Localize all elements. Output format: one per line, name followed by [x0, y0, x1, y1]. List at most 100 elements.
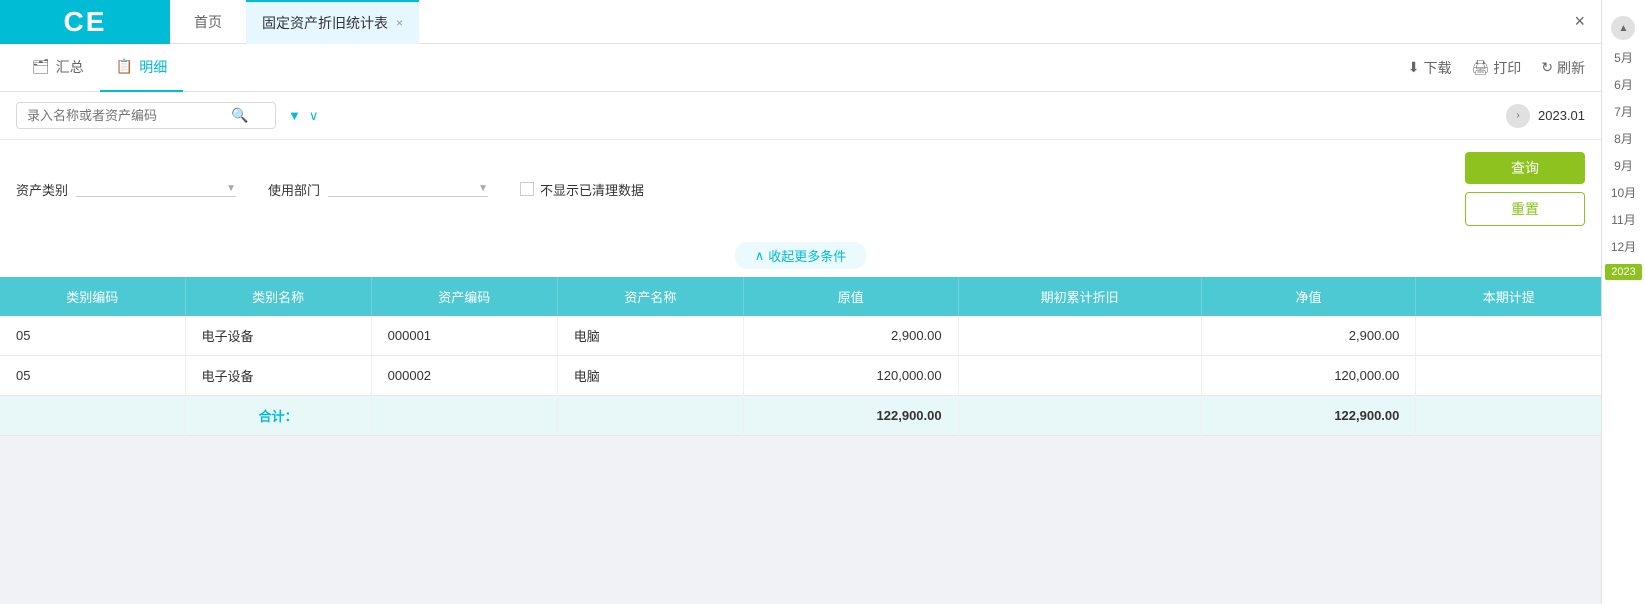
query-button[interactable]: 查询 — [1465, 152, 1585, 184]
filter-row: 资产类别 ▼ 使用部门 ▼ 不显示已清理数据 查询 重置 — [0, 140, 1601, 238]
table-cell: 电脑 — [557, 356, 743, 396]
download-label: 下载 — [1423, 58, 1451, 78]
month-item[interactable]: 5月 — [1605, 44, 1641, 71]
month-item[interactable]: 9月 — [1605, 152, 1641, 179]
reset-button[interactable]: 重置 — [1465, 192, 1585, 226]
table-header-cell: 资产名称 — [557, 277, 743, 316]
department-filter: 使用部门 ▼ — [268, 180, 488, 199]
collapse-btn-label: 收起更多条件 — [768, 246, 846, 265]
year-badge: 2023 — [1605, 264, 1641, 280]
table-cell: 2,900.00 — [743, 316, 958, 356]
tab-summary[interactable]: 🗂 汇总 — [16, 44, 100, 92]
filter-actions: 查询 重置 — [1465, 152, 1585, 226]
tab-title: 固定资产折旧统计表 — [262, 13, 388, 33]
refresh-icon: ↻ — [1541, 59, 1553, 76]
summary-cell: 合计： — [185, 396, 371, 436]
table-header-cell: 本期计提 — [1416, 277, 1601, 316]
month-item[interactable]: 10月 — [1605, 179, 1641, 206]
table-cell: 120,000.00 — [1201, 356, 1416, 396]
month-list: 5月6月7月8月9月10月11月12月 — [1605, 44, 1641, 260]
collapse-btn-row: ∧ 收起更多条件 — [0, 238, 1601, 277]
data-table-wrap: 类别编码类别名称资产编码资产名称原值期初累计折旧净值本期计提 05电子设备000… — [0, 277, 1601, 436]
window-close-button[interactable]: × — [1574, 11, 1585, 32]
print-icon: 🖨 — [1471, 59, 1489, 76]
table-cell: 2,900.00 — [1201, 316, 1416, 356]
table-cell: 电子设备 — [185, 356, 371, 396]
scroll-up-button[interactable]: ▲ — [1611, 16, 1635, 40]
refresh-label: 刷新 — [1557, 58, 1585, 78]
tab-detail-label: 明细 — [139, 57, 167, 77]
no-cleared-checkbox[interactable] — [520, 182, 534, 196]
refresh-button[interactable]: ↻ 刷新 — [1541, 58, 1585, 78]
table-cell: 000001 — [371, 316, 557, 356]
print-label: 打印 — [1493, 58, 1521, 78]
summary-cell: 122,900.00 — [1201, 396, 1416, 436]
filter-icon: ▼ — [288, 108, 301, 123]
table-header-cell: 资产编码 — [371, 277, 557, 316]
table-cell — [958, 356, 1201, 396]
month-item[interactable]: 11月 — [1605, 206, 1641, 233]
asset-type-select[interactable]: ▼ — [76, 181, 236, 197]
month-item[interactable]: 12月 — [1605, 233, 1641, 260]
toolbar-actions: ⬇ 下载 🖨 打印 ↻ 刷新 — [1408, 58, 1585, 78]
table-row: 05电子设备000002电脑120,000.00120,000.00 — [0, 356, 1601, 396]
table-cell: 电子设备 — [185, 316, 371, 356]
table-header-row: 类别编码类别名称资产编码资产名称原值期初累计折旧净值本期计提 — [0, 277, 1601, 316]
table-cell: 电脑 — [557, 316, 743, 356]
department-select[interactable]: ▼ — [328, 181, 488, 197]
summary-cell: 122,900.00 — [743, 396, 958, 436]
month-item[interactable]: 8月 — [1605, 125, 1641, 152]
table-summary-row: 合计： 122,900.00 122,900.00 — [0, 396, 1601, 436]
asset-type-filter: 资产类别 ▼ — [16, 180, 236, 199]
tabs-bar: 🗂 汇总 📋 明细 ⬇ 下载 🖨 打印 ↻ 刷新 — [0, 44, 1601, 92]
table-row: 05电子设备000001电脑2,900.002,900.00 — [0, 316, 1601, 356]
table-header-cell: 原值 — [743, 277, 958, 316]
collapse-nav-button[interactable]: › — [1506, 104, 1530, 128]
month-item[interactable]: 6月 — [1605, 71, 1641, 98]
search-input-wrap[interactable]: 🔍 — [16, 102, 276, 129]
table-header-cell: 净值 — [1201, 277, 1416, 316]
department-arrow-icon: ▼ — [478, 183, 488, 194]
table-cell — [1416, 356, 1601, 396]
table-header-cell: 类别编码 — [0, 277, 185, 316]
month-item[interactable]: 7月 — [1605, 98, 1641, 125]
right-panel-top: ▲ 5月6月7月8月9月10月11月12月 2023 — [1605, 4, 1641, 280]
summary-cell — [0, 396, 185, 436]
table-cell: 05 — [0, 316, 185, 356]
tab-close-icon[interactable]: × — [396, 16, 403, 30]
summary-cell — [1416, 396, 1601, 436]
search-input[interactable] — [27, 108, 227, 123]
download-button[interactable]: ⬇ 下载 — [1408, 58, 1452, 78]
table-cell: 05 — [0, 356, 185, 396]
print-button[interactable]: 🖨 打印 — [1471, 58, 1521, 78]
search-icon: 🔍 — [231, 107, 248, 124]
asset-type-label: 资产类别 — [16, 180, 68, 199]
asset-type-arrow-icon: ▼ — [226, 183, 236, 194]
more-conditions-button[interactable]: ▼ ∨ — [288, 108, 318, 124]
no-cleared-checkbox-wrap[interactable]: 不显示已清理数据 — [520, 180, 644, 199]
summary-cell — [557, 396, 743, 436]
table-cell — [1416, 316, 1601, 356]
tab-summary-label: 汇总 — [56, 57, 84, 77]
table-cell: 000002 — [371, 356, 557, 396]
data-table: 类别编码类别名称资产编码资产名称原值期初累计折旧净值本期计提 05电子设备000… — [0, 277, 1601, 436]
right-panel: ▲ 5月6月7月8月9月10月11月12月 2023 — [1601, 0, 1645, 604]
department-label: 使用部门 — [268, 180, 320, 199]
table-cell — [958, 316, 1201, 356]
table-cell: 120,000.00 — [743, 356, 958, 396]
no-cleared-label: 不显示已清理数据 — [540, 180, 644, 199]
collapse-more-button[interactable]: ∧ 收起更多条件 — [735, 242, 867, 269]
download-icon: ⬇ — [1408, 59, 1420, 76]
chevron-down-icon: ∨ — [309, 108, 319, 124]
detail-icon: 📋 — [116, 58, 133, 75]
table-header-cell: 期初累计折旧 — [958, 277, 1201, 316]
summary-cell — [958, 396, 1201, 436]
active-tab[interactable]: 固定资产折旧统计表 × — [246, 0, 419, 44]
home-nav[interactable]: 首页 — [186, 0, 230, 44]
search-bar: 🔍 ▼ ∨ › 2023.01 — [0, 92, 1601, 140]
app-logo: CE — [64, 6, 107, 38]
summary-cell — [371, 396, 557, 436]
tab-detail[interactable]: 📋 明细 — [100, 44, 183, 92]
summary-icon: 🗂 — [32, 58, 50, 75]
date-display: 2023.01 — [1538, 108, 1585, 123]
